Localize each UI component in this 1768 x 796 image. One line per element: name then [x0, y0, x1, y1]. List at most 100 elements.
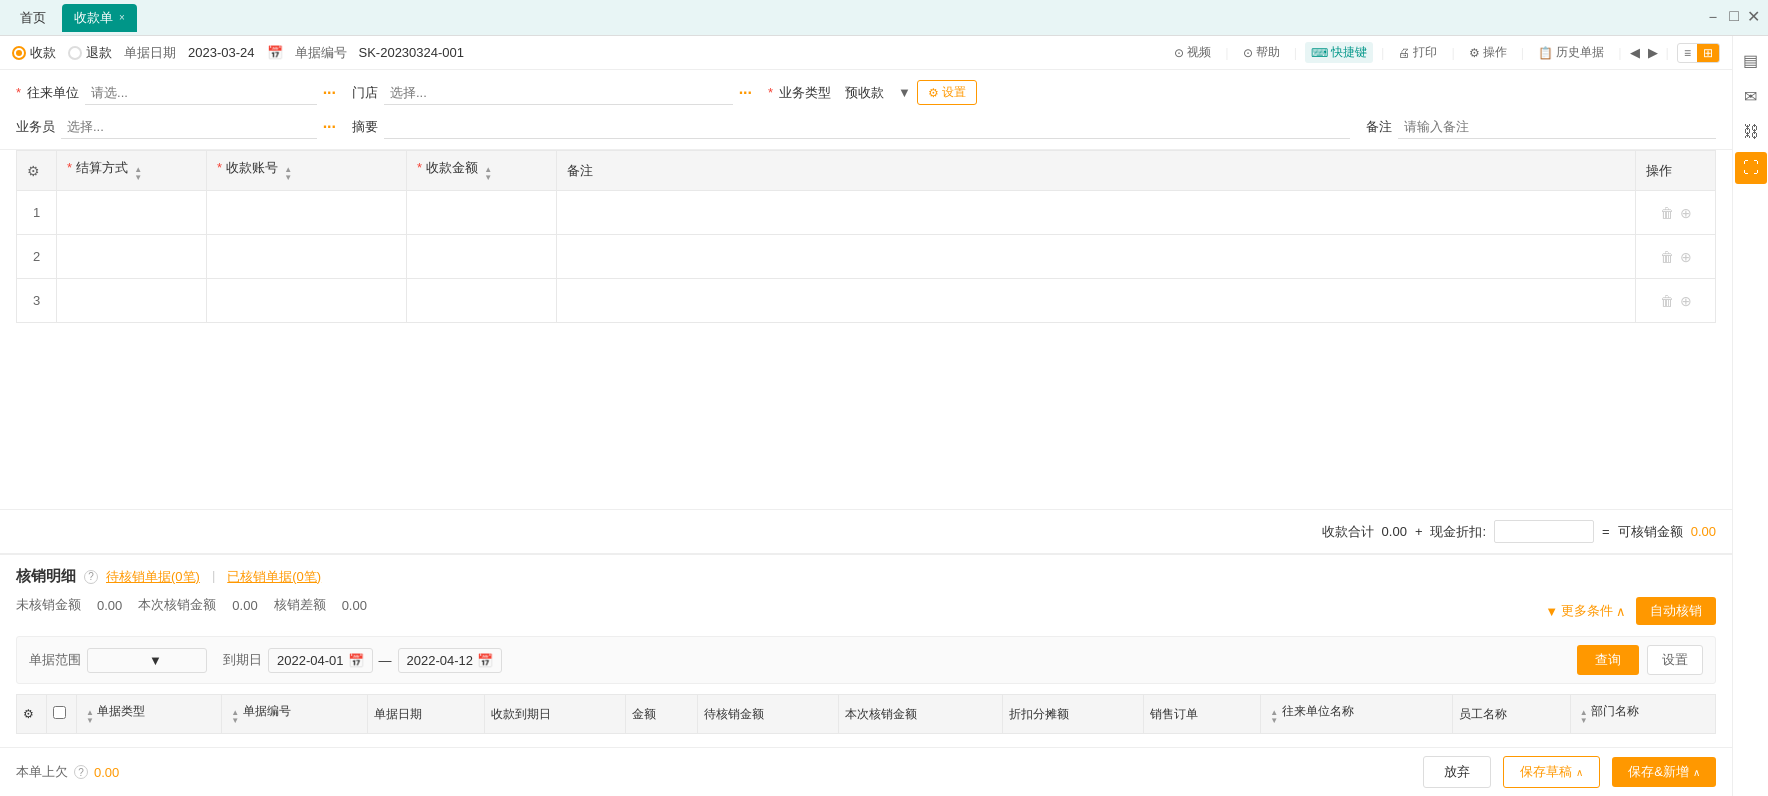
col-sales-order-header: 销售订单 — [1143, 695, 1261, 734]
sidebar-email-icon[interactable]: ✉ — [1735, 80, 1767, 112]
diff-value: 0.00 — [342, 598, 367, 613]
row-amount-2[interactable] — [407, 235, 557, 279]
row-settle-3[interactable] — [57, 279, 207, 323]
row-account-3[interactable] — [207, 279, 407, 323]
col-counterpart-label: 往来单位名称 — [1282, 704, 1354, 718]
tab-current[interactable]: 收款单 × — [62, 4, 137, 32]
bottom-bar: 本单上欠 ? 0.00 放弃 保存草稿 ∧ 保存&新增 ∧ — [0, 747, 1732, 796]
close-icon[interactable]: ✕ — [1747, 7, 1760, 28]
total-label: 收款合计 — [1322, 523, 1374, 541]
date-from-input[interactable]: 2022-04-01 📅 — [268, 648, 373, 673]
calendar-icon[interactable]: 📅 — [267, 45, 283, 60]
counterpart-input[interactable] — [85, 81, 317, 105]
radio-refund[interactable]: 退款 — [68, 44, 112, 62]
sidebar-expand-icon[interactable]: ⛶ — [1735, 152, 1767, 184]
tab-home[interactable]: 首页 — [8, 4, 58, 32]
store-more-btn[interactable]: ··· — [739, 84, 752, 102]
filter-settings-btn[interactable]: 设置 — [1647, 645, 1703, 675]
store-input[interactable] — [384, 81, 733, 105]
table-gear-bottom-icon[interactable]: ⚙ — [23, 707, 34, 721]
delete-icon-1[interactable]: 🗑 — [1660, 205, 1674, 221]
reconcile-info-row: 未核销金额 0.00 本次核销金额 0.00 核销差额 0.00 ▼ 更多条件 … — [16, 596, 1716, 626]
left-arrow-btn[interactable]: ◀ — [1630, 45, 1640, 60]
calendar-from-icon[interactable]: 📅 — [348, 653, 364, 668]
sort-arrows-settle[interactable]: ▲▼ — [134, 166, 142, 182]
row-account-1[interactable] — [207, 191, 407, 235]
abstract-input[interactable] — [384, 115, 1350, 139]
sort-arrows-dept[interactable]: ▲▼ — [1580, 709, 1588, 725]
sort-arrows-type[interactable]: ▲▼ — [86, 709, 94, 725]
query-btn[interactable]: 查询 — [1577, 645, 1639, 675]
minimize-icon[interactable]: － — [1705, 7, 1721, 28]
range-chevron-icon: ▼ — [149, 653, 198, 668]
reconcile-tabs: 待核销单据(0笔) | 已核销单据(0笔) — [106, 568, 321, 586]
print-btn[interactable]: 🖨 打印 — [1392, 42, 1443, 63]
history-btn[interactable]: 📋 历史单据 — [1532, 42, 1610, 63]
draft-btn[interactable]: 保存草稿 ∧ — [1503, 756, 1600, 788]
operate-btn[interactable]: ⚙ 操作 — [1463, 42, 1513, 63]
delete-icon-2[interactable]: 🗑 — [1660, 249, 1674, 265]
auto-cancel-btn[interactable]: 自动核销 — [1636, 597, 1716, 625]
row-remark-1[interactable] — [557, 191, 1636, 235]
save-btn[interactable]: 保存&新增 ∧ — [1612, 757, 1716, 787]
row-settle-1[interactable] — [57, 191, 207, 235]
remark-input[interactable] — [1398, 115, 1716, 139]
calendar-to-icon[interactable]: 📅 — [477, 653, 493, 668]
row-settle-2[interactable] — [57, 235, 207, 279]
table-gear-icon[interactable]: ⚙ — [27, 163, 40, 179]
sort-arrows-account[interactable]: ▲▼ — [284, 166, 292, 182]
range-select[interactable]: ▼ — [87, 648, 207, 673]
staff-more-btn[interactable]: ··· — [323, 118, 336, 136]
shortcut-btn[interactable]: ⌨ 快捷键 — [1305, 42, 1373, 63]
row-remark-2[interactable] — [557, 235, 1636, 279]
list-view-icon[interactable]: ≡ — [1678, 44, 1697, 62]
biz-type-arrow[interactable]: ▼ — [898, 85, 911, 100]
done-tab[interactable]: 已核销单据(0笔) — [227, 568, 321, 586]
bottom-info-icon[interactable]: ? — [74, 765, 88, 779]
grid-view-icon[interactable]: ⊞ — [1697, 44, 1719, 62]
delete-icon-3[interactable]: 🗑 — [1660, 293, 1674, 309]
store-label: 门店 — [352, 84, 378, 102]
video-btn[interactable]: ⊙ 视频 — [1168, 42, 1217, 63]
reconcile-info-icon[interactable]: ? — [84, 570, 98, 584]
verify-label: 可核销金额 — [1618, 523, 1683, 541]
staff-input[interactable] — [61, 115, 317, 139]
abandon-btn[interactable]: 放弃 — [1423, 756, 1491, 788]
sidebar-link-icon[interactable]: ⛓ — [1735, 116, 1767, 148]
select-all-checkbox[interactable] — [53, 706, 66, 719]
settings-btn[interactable]: ⚙ 设置 — [917, 80, 977, 105]
copy-icon-3[interactable]: ⊕ — [1680, 293, 1692, 309]
col-remark-label: 备注 — [567, 163, 593, 178]
col-pending-header: 待核销金额 — [697, 695, 838, 734]
sidebar-table-icon[interactable]: ▤ — [1735, 44, 1767, 76]
maximize-icon[interactable]: □ — [1729, 7, 1739, 28]
copy-icon-2[interactable]: ⊕ — [1680, 249, 1692, 265]
help-btn[interactable]: ⊙ 帮助 — [1237, 42, 1286, 63]
sort-arrows-counterpart[interactable]: ▲▼ — [1270, 709, 1278, 725]
right-arrow-btn[interactable]: ▶ — [1648, 45, 1658, 60]
more-conditions-btn[interactable]: ▼ 更多条件 ∧ — [1545, 602, 1626, 620]
diff-label: 核销差额 — [274, 596, 326, 614]
counterpart-more-btn[interactable]: ··· — [323, 84, 336, 102]
date-dash: — — [379, 653, 392, 668]
sort-arrows-amount[interactable]: ▲▼ — [484, 166, 492, 182]
row-remark-3[interactable] — [557, 279, 1636, 323]
filter-action-btns: 查询 设置 — [1577, 645, 1703, 675]
row-amount-3[interactable] — [407, 279, 557, 323]
radio-group: 收款 退款 — [12, 44, 112, 62]
row-amount-1[interactable] — [407, 191, 557, 235]
history-icon: 📋 — [1538, 46, 1553, 60]
video-icon: ⊙ — [1174, 46, 1184, 60]
counterpart-label: 往来单位 — [27, 84, 79, 102]
radio-receipt[interactable]: 收款 — [12, 44, 56, 62]
bottom-info: 本单上欠 ? 0.00 — [16, 763, 119, 781]
copy-icon-1[interactable]: ⊕ — [1680, 205, 1692, 221]
sort-arrows-number[interactable]: ▲▼ — [231, 709, 239, 725]
tab-close-icon[interactable]: × — [119, 12, 125, 23]
pending-tab[interactable]: 待核销单据(0笔) — [106, 568, 200, 586]
abstract-field: 摘要 — [352, 115, 1350, 139]
date-to-input[interactable]: 2022-04-12 📅 — [398, 648, 503, 673]
row-account-2[interactable] — [207, 235, 407, 279]
reconcile-info: 未核销金额 0.00 本次核销金额 0.00 核销差额 0.00 — [16, 596, 367, 614]
discount-input[interactable] — [1494, 520, 1594, 543]
